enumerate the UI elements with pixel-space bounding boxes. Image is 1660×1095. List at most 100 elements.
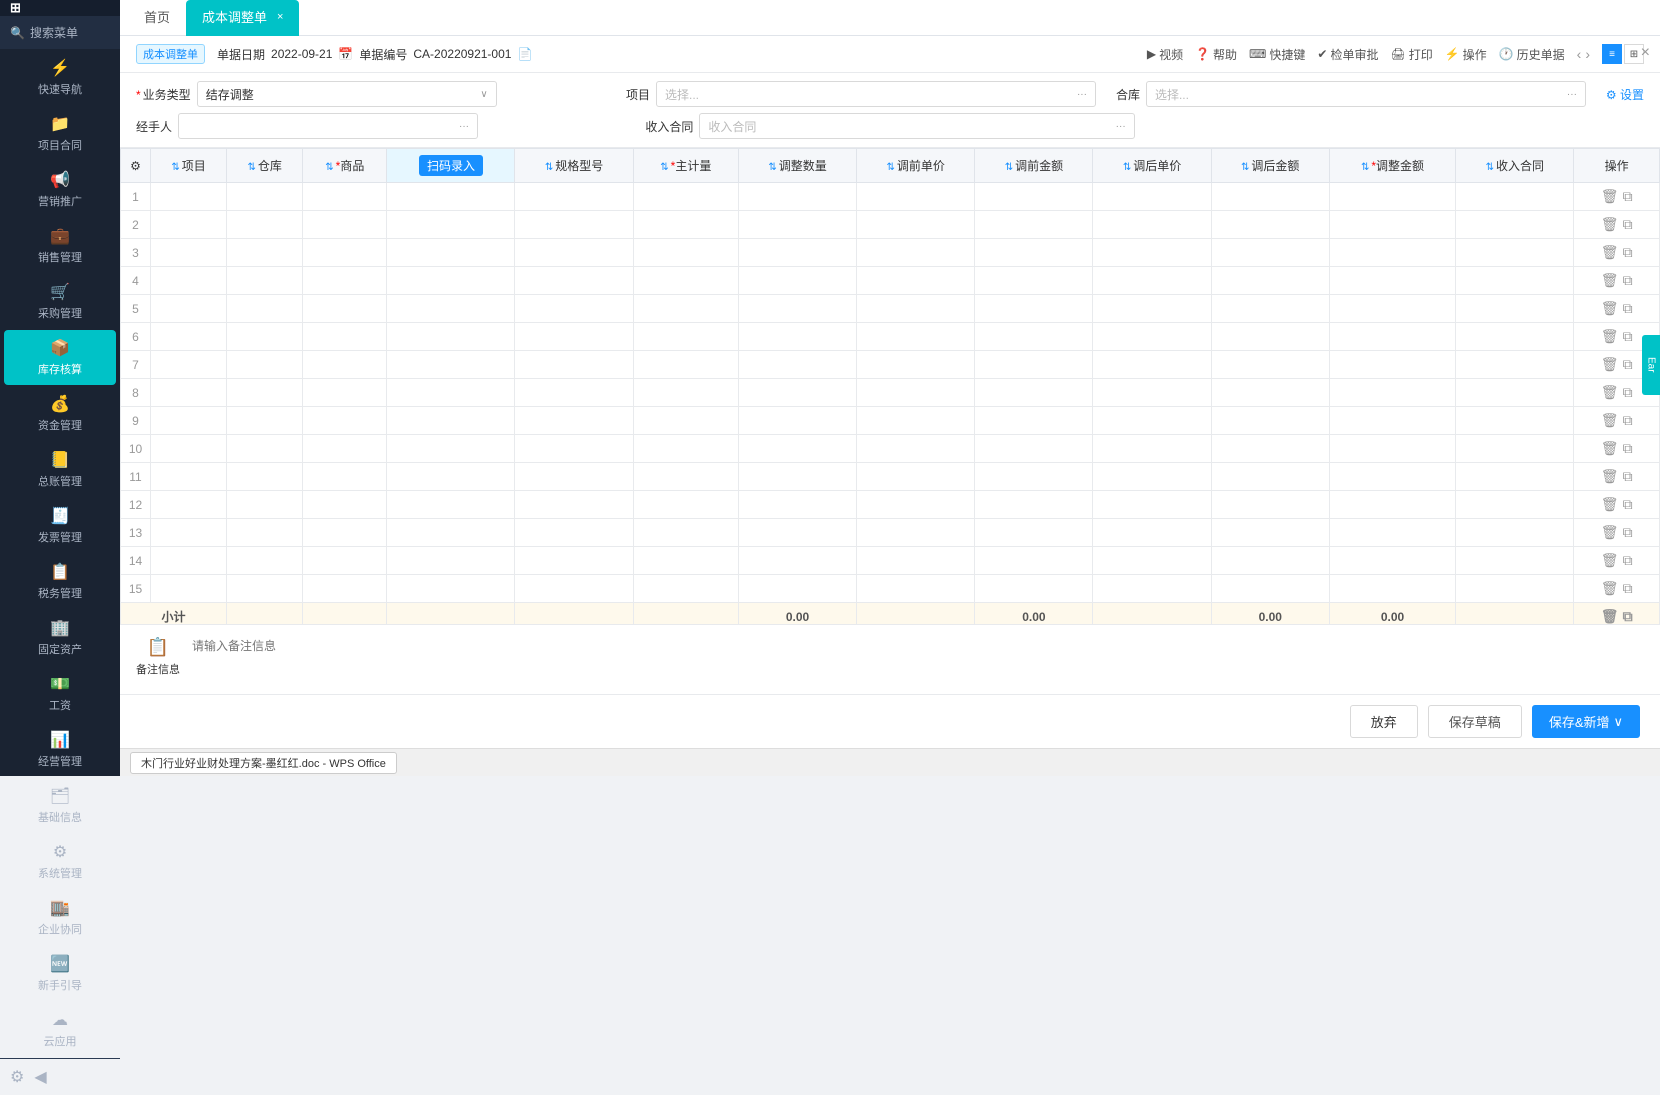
cell-warehouse[interactable] (227, 295, 303, 323)
cell-income-contract[interactable] (1456, 211, 1574, 239)
cell-income-contract[interactable] (1456, 491, 1574, 519)
cell-unit[interactable] (633, 407, 738, 435)
cell-adjust-qty[interactable] (738, 435, 856, 463)
actions-btn[interactable]: ⚡ 操作 (1445, 46, 1487, 63)
cell-scan[interactable] (387, 491, 515, 519)
cell-after-amount[interactable] (1211, 435, 1329, 463)
cell-unit[interactable] (633, 547, 738, 575)
cell-product[interactable] (303, 463, 387, 491)
cell-before-amount[interactable] (975, 575, 1093, 603)
subtotal-copy-btn[interactable]: ⧉ (1623, 608, 1633, 624)
copy-row-btn[interactable]: ⧉ (1623, 440, 1633, 457)
copy-row-btn[interactable]: ⧉ (1623, 328, 1633, 345)
copy-row-btn[interactable]: ⧉ (1623, 524, 1633, 541)
cell-unit[interactable] (633, 267, 738, 295)
cell-project[interactable] (151, 239, 227, 267)
cell-before-amount[interactable] (975, 519, 1093, 547)
cell-income-contract[interactable] (1456, 463, 1574, 491)
copy-row-btn[interactable]: ⧉ (1623, 580, 1633, 597)
cell-after-price[interactable] (1093, 295, 1211, 323)
cell-after-amount[interactable] (1211, 379, 1329, 407)
subtotal-delete-btn[interactable]: 🗑 (1601, 608, 1619, 624)
cell-after-amount[interactable] (1211, 547, 1329, 575)
cell-after-price[interactable] (1093, 379, 1211, 407)
sidebar-item-fund-mgmt[interactable]: 💰 资金管理 (4, 386, 116, 441)
cell-product[interactable] (303, 407, 387, 435)
cell-scan[interactable] (387, 547, 515, 575)
cell-scan[interactable] (387, 407, 515, 435)
cell-after-price[interactable] (1093, 351, 1211, 379)
cell-project[interactable] (151, 547, 227, 575)
cell-adjust-qty[interactable] (738, 547, 856, 575)
cell-before-amount[interactable] (975, 547, 1093, 575)
cell-after-price[interactable] (1093, 239, 1211, 267)
biz-type-select[interactable]: 结存调整 ∨ (197, 81, 497, 107)
copy-row-btn[interactable]: ⧉ (1623, 300, 1633, 317)
cell-unit[interactable] (633, 295, 738, 323)
cell-before-amount[interactable] (975, 351, 1093, 379)
cell-spec[interactable] (515, 239, 633, 267)
cell-before-price[interactable] (857, 547, 975, 575)
delete-row-btn[interactable]: 🗑 (1601, 188, 1619, 205)
cell-unit[interactable] (633, 323, 738, 351)
cell-product[interactable] (303, 295, 387, 323)
cell-before-amount[interactable] (975, 407, 1093, 435)
tab-cost-adjust[interactable]: 成本调整单 × (186, 0, 299, 36)
delete-row-btn[interactable]: 🗑 (1601, 468, 1619, 485)
sidebar-item-sales-promotion[interactable]: 📢 营销推广 (4, 162, 116, 217)
handler-select[interactable]: ··· (178, 113, 478, 139)
sidebar-item-fixed-assets[interactable]: 🏢 固定资产 (4, 610, 116, 665)
sidebar-item-ops-mgmt[interactable]: 📊 经营管理 (4, 722, 116, 777)
cell-unit[interactable] (633, 491, 738, 519)
cell-after-price[interactable] (1093, 183, 1211, 211)
cell-adjust-qty[interactable] (738, 183, 856, 211)
cell-project[interactable] (151, 575, 227, 603)
cell-adjust-qty[interactable] (738, 211, 856, 239)
cell-spec[interactable] (515, 491, 633, 519)
warehouse-select[interactable]: 选择... ··· (1146, 81, 1586, 107)
cell-income-contract[interactable] (1456, 547, 1574, 575)
project-select[interactable]: 选择... ··· (656, 81, 1096, 107)
cell-income-contract[interactable] (1456, 407, 1574, 435)
cell-after-amount[interactable] (1211, 267, 1329, 295)
sidebar-item-cloud-app[interactable]: ☁ 云应用 (4, 1002, 116, 1057)
sidebar-item-enterprise[interactable]: 🏬 企业协同 (4, 890, 116, 945)
cell-after-amount[interactable] (1211, 295, 1329, 323)
cell-spec[interactable] (515, 183, 633, 211)
taskbar-item[interactable]: 木门行业好业财处理方案-墨红红.doc - WPS Office (130, 752, 397, 774)
cell-after-price[interactable] (1093, 323, 1211, 351)
cell-project[interactable] (151, 323, 227, 351)
cell-income-contract[interactable] (1456, 435, 1574, 463)
sidebar-item-purchase-mgmt[interactable]: 🛒 采购管理 (4, 274, 116, 329)
cell-adjust-amount[interactable] (1329, 519, 1455, 547)
cell-warehouse[interactable] (227, 351, 303, 379)
cell-spec[interactable] (515, 519, 633, 547)
delete-row-btn[interactable]: 🗑 (1601, 440, 1619, 457)
cell-after-amount[interactable] (1211, 183, 1329, 211)
cell-before-price[interactable] (857, 575, 975, 603)
cell-product[interactable] (303, 547, 387, 575)
cell-adjust-amount[interactable] (1329, 239, 1455, 267)
cell-before-price[interactable] (857, 239, 975, 267)
cell-adjust-qty[interactable] (738, 267, 856, 295)
cell-warehouse[interactable] (227, 183, 303, 211)
cell-product[interactable] (303, 267, 387, 295)
cell-warehouse[interactable] (227, 575, 303, 603)
cell-after-price[interactable] (1093, 575, 1211, 603)
nav-next-btn[interactable]: › (1585, 46, 1590, 62)
cell-project[interactable] (151, 295, 227, 323)
copy-row-btn[interactable]: ⧉ (1623, 468, 1633, 485)
cell-before-amount[interactable] (975, 295, 1093, 323)
copy-row-btn[interactable]: ⧉ (1623, 384, 1633, 401)
cell-before-amount[interactable] (975, 267, 1093, 295)
settings-icon[interactable]: ⚙ (10, 1067, 24, 1087)
shortcut-btn[interactable]: ⌨ 快捷键 (1249, 46, 1305, 63)
print-btn[interactable]: 🖨 打印 (1390, 46, 1432, 63)
nav-prev-btn[interactable]: ‹ (1577, 46, 1582, 62)
view-list-btn[interactable]: ≡ (1602, 44, 1622, 64)
cell-project[interactable] (151, 379, 227, 407)
cell-before-amount[interactable] (975, 435, 1093, 463)
cell-spec[interactable] (515, 407, 633, 435)
cell-after-amount[interactable] (1211, 211, 1329, 239)
cell-before-amount[interactable] (975, 379, 1093, 407)
